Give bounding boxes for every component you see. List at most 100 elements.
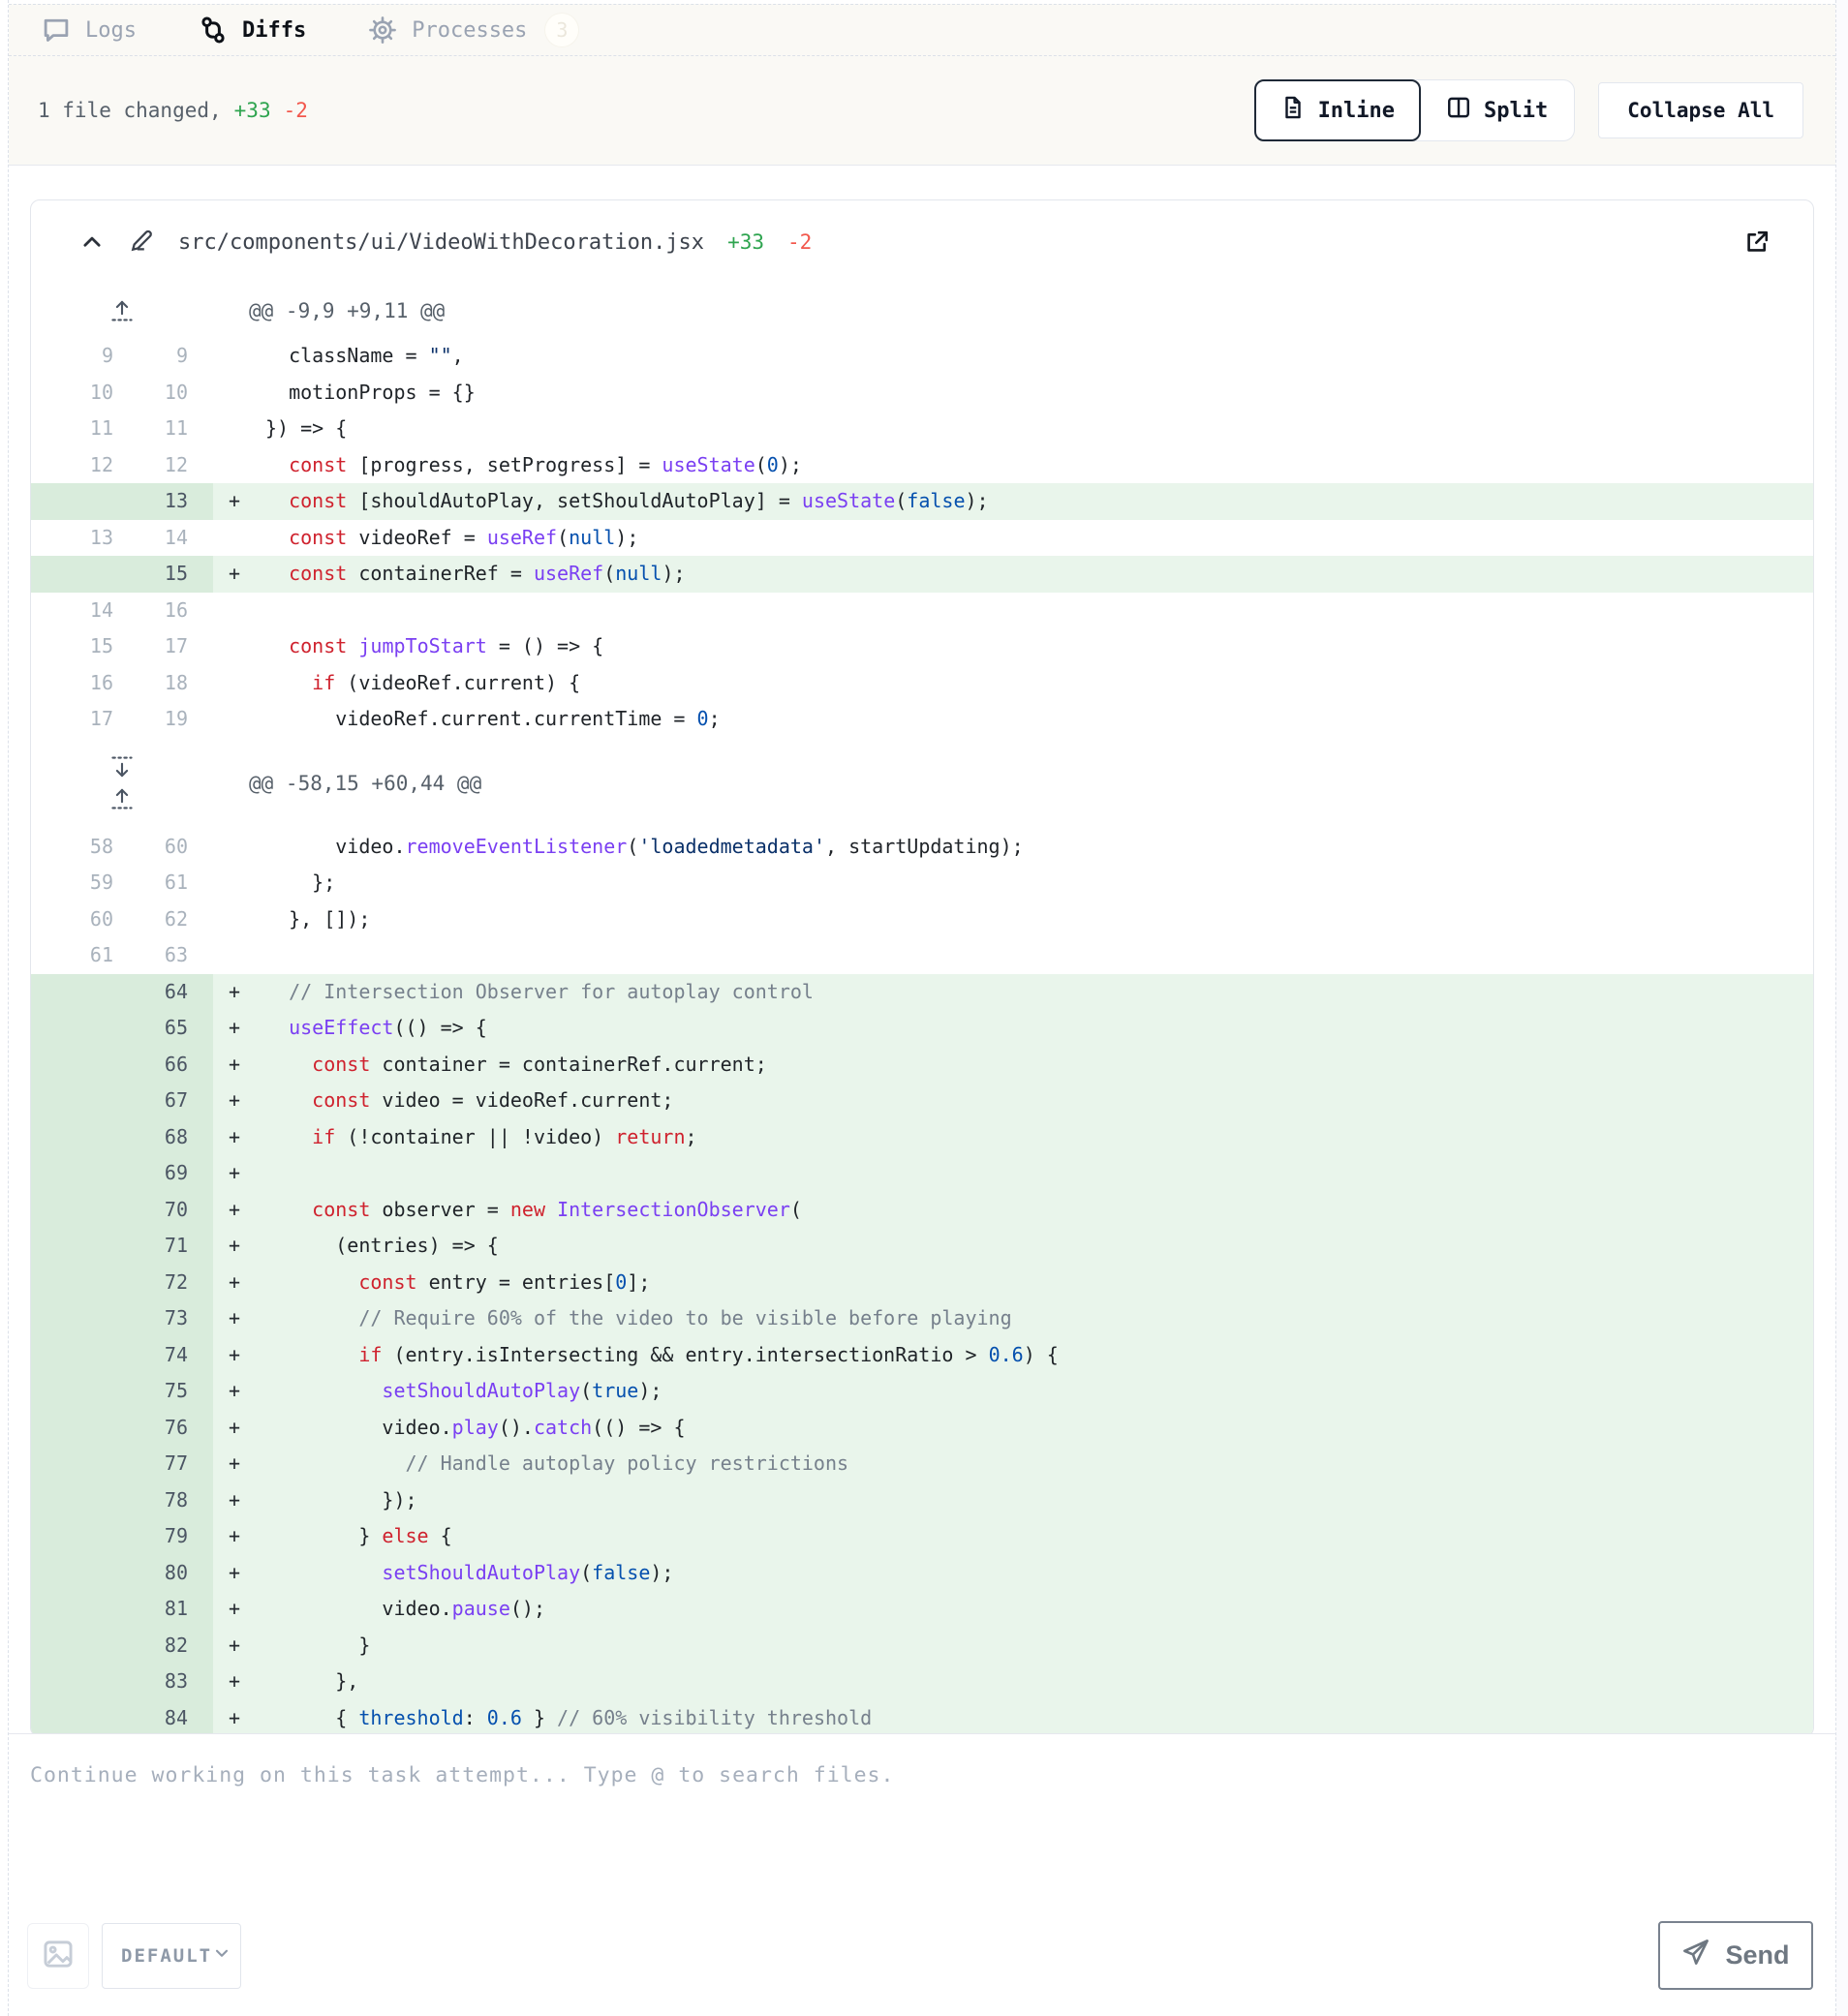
old-line-number: 16: [89, 670, 113, 694]
code-line: // Handle autoplay policy restrictions: [265, 1446, 1813, 1482]
new-line-number: 64: [113, 973, 213, 1010]
diff-line: 58 60 video.removeEventListener('loadedme…: [31, 829, 1813, 866]
code-line: if (!container || !video) return;: [265, 1118, 1813, 1155]
expand-up-icon[interactable]: [110, 786, 134, 811]
file-deletions: -2: [787, 230, 813, 254]
hunk-expanders: [31, 754, 213, 811]
new-line-number: 15: [113, 556, 213, 593]
deletions-count: -2: [283, 99, 308, 122]
profile-select[interactable]: DEFAULT: [102, 1922, 241, 1989]
files-changed-text: 1 file changed,: [38, 99, 222, 122]
code-line: video.removeEventListener('loadedmetadat…: [265, 834, 1024, 858]
collapse-all-button[interactable]: Collapse All: [1598, 82, 1803, 138]
file-additions: +33: [727, 230, 764, 254]
new-line-number: 84: [113, 1699, 213, 1734]
diff-line: 79 + } else {: [31, 1518, 1813, 1555]
profile-value: DEFAULT: [121, 1944, 213, 1967]
scrollbar-gutter[interactable]: [1835, 0, 1848, 2016]
new-line-number: 18: [164, 670, 188, 694]
tab-bar: Logs Diffs Processes 3: [9, 5, 1835, 56]
diff-marker: +: [213, 1627, 265, 1664]
code-line: // Intersection Observer for autoplay co…: [265, 973, 1813, 1010]
frame: Logs Diffs Processes 3 1 file changed, +…: [8, 0, 1835, 2016]
external-link-icon[interactable]: [1743, 229, 1771, 256]
new-line-number: 83: [113, 1664, 213, 1700]
old-line-number: [31, 556, 113, 593]
code-line: motionProps = {}: [265, 380, 476, 404]
diff-line: 80 + setShouldAutoPlay(false);: [31, 1554, 1813, 1591]
diff-line: 13 + const [shouldAutoPlay, setShouldAuto…: [31, 483, 1813, 520]
expand-up-icon[interactable]: [110, 298, 134, 323]
new-line-number: 78: [113, 1481, 213, 1518]
new-line-number: 74: [113, 1336, 213, 1373]
code-line: const observer = new IntersectionObserve…: [265, 1191, 1813, 1228]
code-line: const video = videoRef.current;: [265, 1083, 1813, 1119]
top-section: Logs Diffs Processes 3 1 file changed, +…: [9, 4, 1835, 166]
file-path[interactable]: src/components/ui/VideoWithDecoration.js…: [178, 230, 704, 255]
old-line-number: [31, 1409, 113, 1446]
new-line-number: 69: [113, 1155, 213, 1192]
attach-image-button[interactable]: [27, 1922, 89, 1989]
image-icon: [41, 1937, 76, 1975]
diff-line: 15 + const containerRef = useRef(null);: [31, 556, 1813, 593]
diff-marker: +: [213, 1518, 265, 1555]
diff-marker: [213, 628, 265, 665]
diff-marker: [213, 829, 265, 866]
diff-line: 78 + });: [31, 1481, 1813, 1518]
diff-marker: +: [213, 483, 265, 520]
message-input[interactable]: Continue working on this task attempt...…: [9, 1734, 1835, 1787]
new-line-number: 12: [164, 452, 188, 476]
old-line-number: [31, 1554, 113, 1591]
chevron-up-icon[interactable]: [79, 229, 105, 255]
old-line-number: [31, 1664, 113, 1700]
new-line-number: 71: [113, 1228, 213, 1265]
old-line-number: [31, 1591, 113, 1628]
hunk-expanders: [31, 298, 213, 323]
diff-line: 83 + },: [31, 1664, 1813, 1700]
diff-line: 69 +: [31, 1155, 1813, 1192]
diff-marker: +: [213, 1481, 265, 1518]
diff-marker: [213, 593, 265, 629]
expand-down-icon[interactable]: [110, 754, 134, 779]
diff-line: 72 + const entry = entries[0];: [31, 1264, 1813, 1300]
diff-marker: [213, 520, 265, 557]
diff-marker: +: [213, 1409, 265, 1446]
new-line-number: 63: [164, 943, 188, 966]
code-line: const [progress, setProgress] = useState…: [289, 452, 802, 476]
document-icon: [1280, 95, 1306, 126]
old-line-number: [31, 1336, 113, 1373]
diff-marker: +: [213, 1554, 265, 1591]
code-line: const jumpToStart = () => {: [289, 634, 604, 657]
new-line-number: 13: [113, 483, 213, 520]
diff-line: 73 + // Require 60% of the video to be vi…: [31, 1300, 1813, 1337]
new-line-number: 66: [113, 1046, 213, 1083]
new-line-number: 16: [164, 597, 188, 622]
new-line-number: 73: [113, 1300, 213, 1337]
diff-line: 65 + useEffect(() => {: [31, 1010, 1813, 1047]
diff-marker: +: [213, 1336, 265, 1373]
inline-view-button[interactable]: Inline: [1253, 79, 1422, 141]
tab-logs[interactable]: Logs: [42, 15, 137, 45]
send-label: Send: [1725, 1940, 1790, 1970]
diff-marker: +: [213, 1264, 265, 1300]
diff-line: 11 11}) => {: [31, 411, 1813, 447]
diff-marker: +: [213, 1300, 265, 1337]
diff-line: 81 + video.pause();: [31, 1591, 1813, 1628]
send-button[interactable]: Send: [1658, 1921, 1813, 1990]
split-view-button[interactable]: Split: [1420, 80, 1574, 140]
tab-processes[interactable]: Processes 3: [368, 14, 579, 46]
new-line-number: 75: [113, 1373, 213, 1410]
split-columns-icon: [1446, 95, 1471, 126]
tab-label: Diffs: [241, 17, 307, 43]
old-line-number: [31, 1481, 113, 1518]
code-line: const entry = entries[0];: [265, 1264, 1813, 1300]
code-line: className = "",: [265, 344, 464, 367]
old-line-number: 10: [89, 380, 113, 404]
old-line-number: [31, 1518, 113, 1555]
code-line: },: [265, 1664, 1813, 1700]
code-line: [265, 1155, 1813, 1192]
old-line-number: [31, 1046, 113, 1083]
tab-diffs[interactable]: Diffs: [199, 15, 306, 45]
gear-icon: [368, 15, 397, 45]
